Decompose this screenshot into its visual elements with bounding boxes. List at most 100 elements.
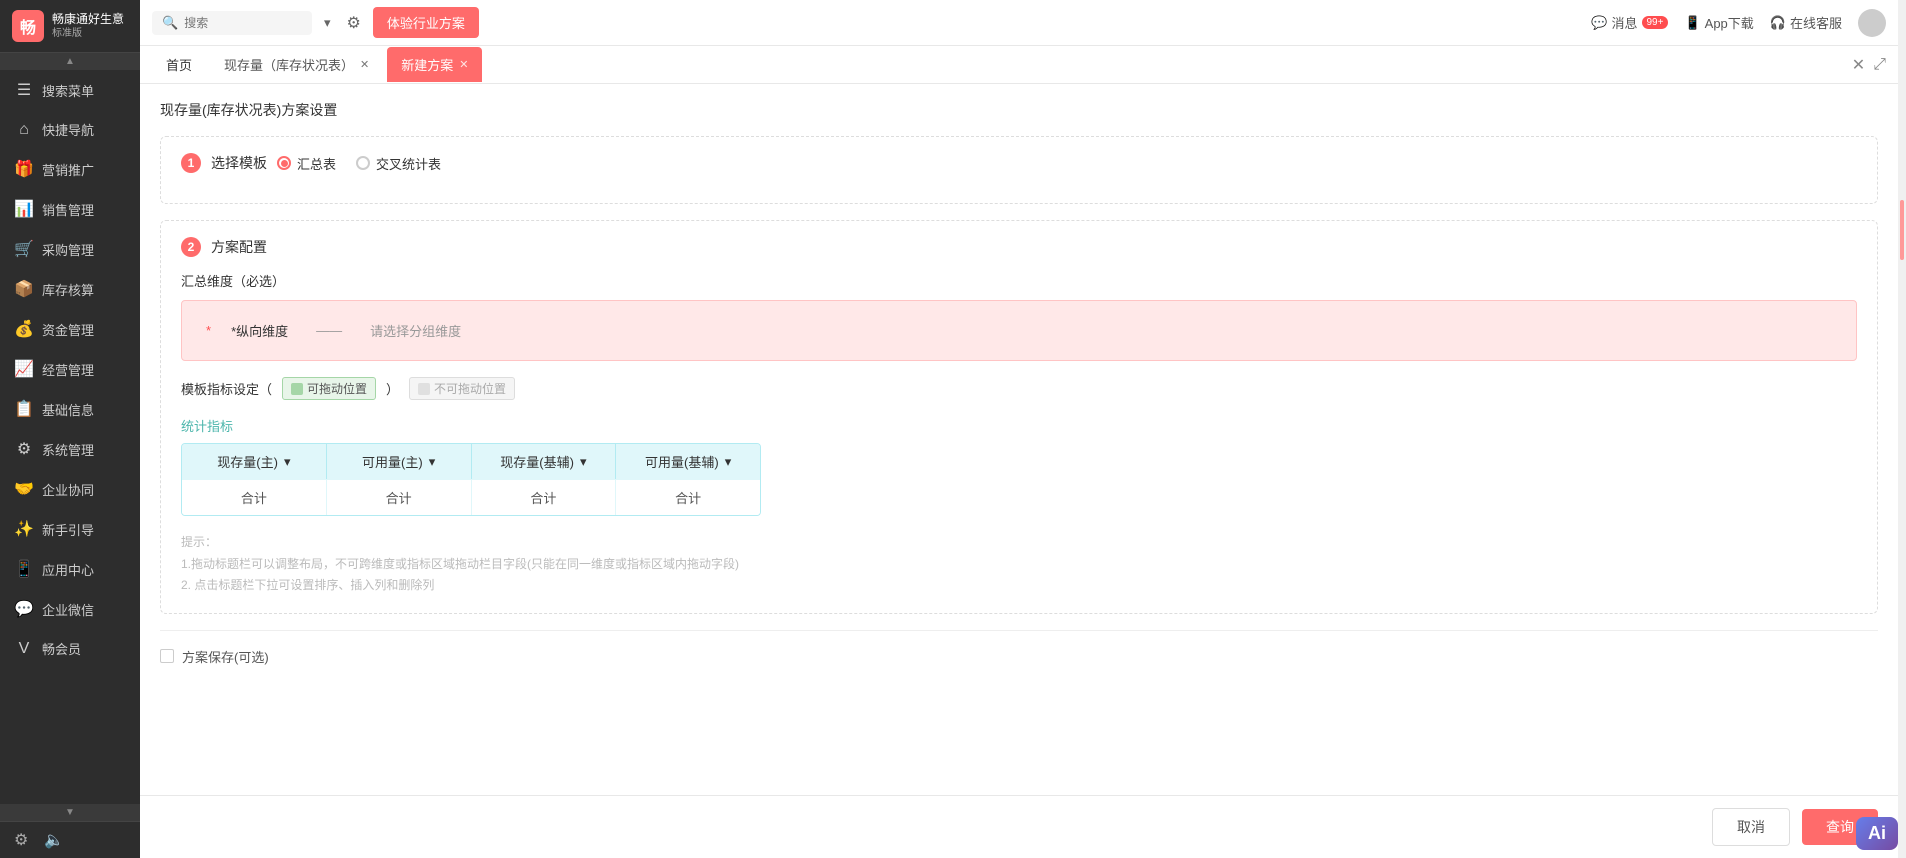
stats-table-row: 合计 合计 合计 合计 (182, 479, 760, 515)
logo-icon: 畅 (12, 10, 44, 42)
sidebar-item-label: 基础信息 (42, 400, 94, 419)
sidebar-item-label: 新手引导 (42, 520, 94, 539)
sidebar-item-system[interactable]: ⚙ 系统管理 (0, 429, 140, 469)
step1-title: 选择模板 (211, 153, 267, 173)
scroll-thumb (1900, 200, 1904, 260)
guide-icon: ✨ (14, 519, 34, 539)
tab-home[interactable]: 首页 (152, 47, 206, 82)
close-panel-icon[interactable]: ✕ (1852, 55, 1865, 75)
content-area: 现存量(库存状况表)方案设置 1 选择模板 汇总表 (140, 84, 1898, 795)
tab-new-plan[interactable]: 新建方案 ✕ (387, 47, 482, 82)
search-input[interactable] (184, 16, 304, 30)
topbar-right: 💬 消息 99+ 📱 App下载 🎧 在线客服 (1591, 9, 1886, 37)
tab-inventory[interactable]: 现存量（库存状况表） ✕ (210, 47, 383, 82)
search-icon: 🔍 (162, 15, 178, 31)
sidebar-item-label: 资金管理 (42, 320, 94, 339)
cancel-button[interactable]: 取消 (1712, 808, 1790, 846)
indicator-separator: ） (386, 379, 399, 398)
sidebar-item-quicknav[interactable]: ⌂ 快捷导航 (0, 110, 140, 149)
system-icon: ⚙ (14, 439, 34, 459)
sidebar-item-search[interactable]: ☰ 搜索菜单 (0, 70, 140, 110)
dropdown-icon[interactable]: ▾ (320, 11, 335, 35)
sidebar-item-inventory[interactable]: 📦 库存核算 (0, 269, 140, 309)
radio-cross[interactable]: 交叉统计表 (356, 154, 441, 173)
sidebar-item-label: 搜索菜单 (42, 81, 94, 100)
save-option: 方案保存(可选) (160, 630, 1878, 674)
sidebar: 畅 畅康通好生意 标准版 ▲ ☰ 搜索菜单 ⌂ 快捷导航 🎁 营销推广 📊 销售… (0, 0, 140, 858)
messages-button[interactable]: 💬 消息 99+ (1591, 13, 1668, 32)
app-download-button[interactable]: 📱 App下载 (1684, 13, 1753, 32)
sidebar-item-label: 销售管理 (42, 200, 94, 219)
step1-badge: 1 (181, 153, 201, 173)
sidebar-item-label: 经营管理 (42, 360, 94, 379)
col-header-3[interactable]: 现存量(基辅) ▾ (472, 444, 617, 479)
dimension-selector[interactable]: * *纵向维度 —— 请选择分组维度 (181, 300, 1857, 361)
operations-icon: 📈 (14, 359, 34, 379)
step2-badge: 2 (181, 237, 201, 257)
sidebar-item-wechat[interactable]: 💬 企业微信 (0, 589, 140, 629)
sidebar-item-guide[interactable]: ✨ 新手引导 (0, 509, 140, 549)
col-header-4[interactable]: 可用量(基辅) ▾ (616, 444, 760, 479)
stats-table-header: 现存量(主) ▾ 可用量(主) ▾ 现存量(基辅) ▾ 可用量(基辅) (182, 444, 760, 479)
sidebar-item-basic-info[interactable]: 📋 基础信息 (0, 389, 140, 429)
online-service-button[interactable]: 🎧 在线客服 (1770, 13, 1842, 32)
col-header-1[interactable]: 现存量(主) ▾ (182, 444, 327, 479)
sidebar-item-label: 营销推广 (42, 160, 94, 179)
sidebar-item-label: 系统管理 (42, 440, 94, 459)
settings-icon[interactable]: ⚙ (14, 830, 28, 850)
tabs-bar: 首页 现存量（库存状况表） ✕ 新建方案 ✕ ✕ ⤢ (140, 46, 1898, 84)
stats-section-label: 统计指标 (181, 416, 1857, 435)
right-scrollbar[interactable] (1898, 0, 1906, 858)
dimension-dash: —— (316, 323, 342, 338)
search-box[interactable]: 🔍 (152, 11, 312, 35)
sidebar-item-operations[interactable]: 📈 经营管理 (0, 349, 140, 389)
cell-1: 合计 (182, 479, 327, 515)
step1-header: 1 选择模板 汇总表 交叉统计表 (181, 153, 1857, 173)
col-header-2[interactable]: 可用量(主) ▾ (327, 444, 472, 479)
movable-indicator-box (291, 383, 303, 395)
template-radio-group: 汇总表 交叉统计表 (277, 154, 441, 173)
sidebar-item-member[interactable]: V 畅会员 (0, 629, 140, 668)
wechat-icon: 💬 (14, 599, 34, 619)
topbar: 🔍 ▾ ⚙ 体验行业方案 💬 消息 99+ 📱 App下载 🎧 在线客服 (140, 0, 1898, 46)
inventory-icon: 📦 (14, 279, 34, 299)
avatar[interactable] (1858, 9, 1886, 37)
ai-button[interactable]: Ai (1856, 817, 1898, 850)
sidebar-item-app-center[interactable]: 📱 应用中心 (0, 549, 140, 589)
sidebar-item-enterprise[interactable]: 🤝 企业协同 (0, 469, 140, 509)
industry-button[interactable]: 体验行业方案 (373, 7, 479, 38)
app-logo: 畅 畅康通好生意 标准版 (0, 0, 140, 53)
topbar-gear-icon[interactable]: ⚙ (343, 9, 365, 37)
basic-info-icon: 📋 (14, 399, 34, 419)
close-tab-inventory-icon[interactable]: ✕ (360, 58, 369, 71)
sidebar-item-marketing[interactable]: 🎁 营销推广 (0, 149, 140, 189)
sidebar-item-label: 快捷导航 (42, 120, 94, 139)
marketing-icon: 🎁 (14, 159, 34, 179)
sidebar-scroll-down[interactable]: ▼ (0, 804, 140, 821)
sidebar-scroll-up[interactable]: ▲ (0, 53, 140, 70)
step2-section: 2 方案配置 汇总维度（必选） * *纵向维度 —— 请选择分组维度 模板指标设… (160, 220, 1878, 614)
sidebar-item-finance[interactable]: 💰 资金管理 (0, 309, 140, 349)
radio-summary[interactable]: 汇总表 (277, 154, 336, 173)
expand-icon[interactable]: ⤢ (1873, 56, 1886, 74)
save-checkbox[interactable] (160, 649, 174, 663)
tabs-right-controls: ✕ ⤢ (1852, 55, 1886, 75)
headset-icon: 🎧 (1770, 15, 1786, 31)
sidebar-item-purchase[interactable]: 🛒 采购管理 (0, 229, 140, 269)
dropdown-col3-icon: ▾ (580, 454, 587, 470)
close-tab-new-plan-icon[interactable]: ✕ (459, 58, 468, 71)
sidebar-item-label: 库存核算 (42, 280, 94, 299)
app-center-icon: 📱 (14, 559, 34, 579)
messages-badge: 99+ (1642, 16, 1669, 29)
dropdown-col4-icon: ▾ (725, 454, 732, 470)
messages-icon: 💬 (1591, 15, 1607, 31)
dimension-label: 汇总维度（必选） (181, 271, 1857, 290)
sound-icon[interactable]: 🔈 (44, 830, 64, 850)
sidebar-item-sales[interactable]: 📊 销售管理 (0, 189, 140, 229)
sidebar-item-label: 企业协同 (42, 480, 94, 499)
purchase-icon: 🛒 (14, 239, 34, 259)
download-icon: 📱 (1684, 15, 1700, 31)
sales-icon: 📊 (14, 199, 34, 219)
radio-summary-circle (277, 156, 291, 170)
save-option-label: 方案保存(可选) (182, 647, 269, 666)
